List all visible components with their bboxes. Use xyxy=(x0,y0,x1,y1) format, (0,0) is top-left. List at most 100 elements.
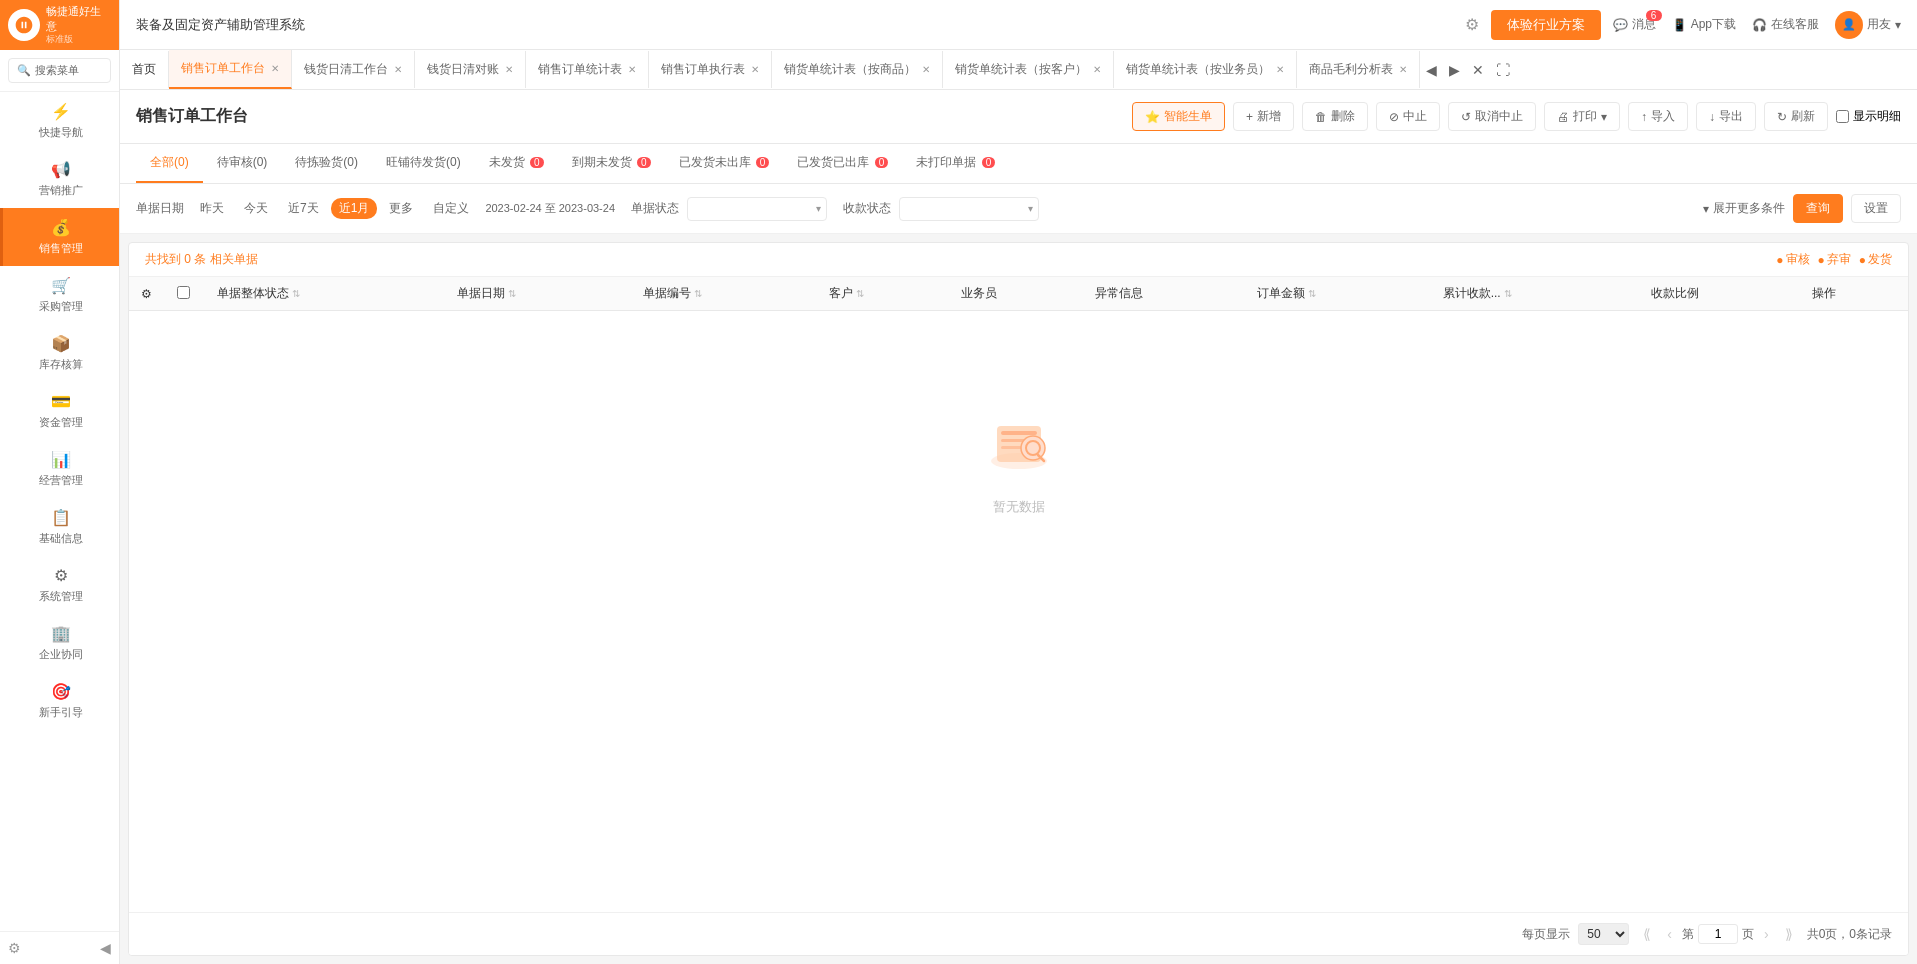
table-scroll-container[interactable]: ⚙ 单据整体状态 ⇅ xyxy=(129,277,1908,912)
date-opt-7days[interactable]: 近7天 xyxy=(280,198,327,219)
date-opt-more[interactable]: 更多 xyxy=(381,198,421,219)
refresh-button[interactable]: ↻ 刷新 xyxy=(1764,102,1828,131)
sidebar-collapse-button[interactable]: ◀ xyxy=(100,940,111,956)
tab-sales-exec[interactable]: 销售订单执行表 ✕ xyxy=(649,51,772,88)
sub-tab-not-shipped[interactable]: 未发货 0 xyxy=(475,144,558,183)
message-button[interactable]: 💬 6 消息 xyxy=(1613,16,1656,33)
prev-page-button[interactable]: ‹ xyxy=(1661,924,1678,944)
headset-icon: 🎧 xyxy=(1752,18,1767,32)
sidebar-item-purchase[interactable]: 🛒 采购管理 xyxy=(0,266,119,324)
sub-tab-pending-review[interactable]: 待审核(0) xyxy=(203,144,282,183)
customer-sort[interactable]: 客户 ⇅ xyxy=(829,285,937,302)
sidebar-item-system[interactable]: ⚙ 系统管理 xyxy=(0,556,119,614)
sidebar-item-inventory[interactable]: 📦 库存核算 xyxy=(0,324,119,382)
tab-close-icon[interactable]: ✕ xyxy=(394,64,402,75)
export-button[interactable]: ↓ 导出 xyxy=(1696,102,1756,131)
select-all-checkbox[interactable] xyxy=(177,286,190,299)
date-opt-yesterday[interactable]: 昨天 xyxy=(192,198,232,219)
sub-tab-not-printed[interactable]: 未打印单据 0 xyxy=(902,144,1009,183)
sub-tab-shipped-not-warehoused[interactable]: 已发货未出库 0 xyxy=(665,144,784,183)
page-number-input[interactable] xyxy=(1698,924,1738,944)
tab-close-icon[interactable]: ✕ xyxy=(922,64,930,75)
page-size-select[interactable]: 10 20 50 100 xyxy=(1578,923,1629,945)
tab-close-icon[interactable]: ✕ xyxy=(505,64,513,75)
tab-close-all[interactable]: ✕ xyxy=(1466,54,1490,86)
first-page-button[interactable]: ⟪ xyxy=(1637,924,1657,944)
col-settings-icon[interactable]: ⚙ xyxy=(141,287,152,301)
filter-settings-button[interactable]: 设置 xyxy=(1851,194,1901,223)
sidebar-item-guide[interactable]: 🎯 新手引导 xyxy=(0,672,119,730)
sidebar-item-quick-nav[interactable]: ⚡ 快捷导航 xyxy=(0,92,119,150)
tab-close-icon[interactable]: ✕ xyxy=(628,64,636,75)
date-sort[interactable]: 单据日期 ⇅ xyxy=(457,285,619,302)
tab-close-icon[interactable]: ✕ xyxy=(1093,64,1101,75)
sub-tab-wangpu[interactable]: 旺铺待发货(0) xyxy=(372,144,475,183)
add-button[interactable]: + 新增 xyxy=(1233,102,1294,131)
sub-tab-pending-inspect[interactable]: 待拣验货(0) xyxy=(281,144,372,183)
search-menu-button[interactable]: 🔍 搜索菜单 xyxy=(8,58,111,83)
audit-button[interactable]: ● 审核 xyxy=(1776,251,1809,268)
online-service-button[interactable]: 🎧 在线客服 xyxy=(1752,16,1819,33)
tab-sales-workbench[interactable]: 销售订单工作台 ✕ xyxy=(169,50,292,89)
date-opt-1month[interactable]: 近1月 xyxy=(331,198,378,219)
sidebar-settings-button[interactable]: ⚙ xyxy=(8,940,21,956)
tab-cash-daily[interactable]: 钱货日清工作台 ✕ xyxy=(292,51,415,88)
status-select[interactable] xyxy=(687,197,827,221)
unaudit-button[interactable]: ● 弃审 xyxy=(1818,251,1851,268)
sidebar-item-basic-info[interactable]: 📋 基础信息 xyxy=(0,498,119,556)
tab-scroll-prev[interactable]: ◀ xyxy=(1420,54,1443,86)
payment-select[interactable] xyxy=(899,197,1039,221)
tab-home[interactable]: 首页 xyxy=(120,51,169,88)
data-table: ⚙ 单据整体状态 ⇅ xyxy=(129,277,1908,311)
number-sort[interactable]: 单据编号 ⇅ xyxy=(643,285,805,302)
tab-sales-summary-product[interactable]: 销货单统计表（按商品） ✕ xyxy=(772,51,943,88)
ship-button[interactable]: ● 发货 xyxy=(1859,251,1892,268)
received-sort[interactable]: 累计收款... ⇅ xyxy=(1443,285,1627,302)
svg-rect-4 xyxy=(1001,446,1023,449)
tab-scroll-next[interactable]: ▶ xyxy=(1443,54,1466,86)
sidebar-item-operations[interactable]: 📊 经营管理 xyxy=(0,440,119,498)
expand-icon: ▾ xyxy=(1703,202,1709,216)
system-settings-button[interactable]: ⚙ xyxy=(1465,15,1479,34)
amount-sort[interactable]: 订单金额 ⇅ xyxy=(1257,285,1419,302)
tab-close-icon[interactable]: ✕ xyxy=(271,63,279,74)
sidebar-item-enterprise[interactable]: 🏢 企业协同 xyxy=(0,614,119,672)
tab-sales-summary-customer[interactable]: 销货单统计表（按客户） ✕ xyxy=(943,51,1114,88)
sidebar-item-sales[interactable]: 💰 销售管理 xyxy=(0,208,119,266)
next-page-button[interactable]: › xyxy=(1758,924,1775,944)
suspend-button[interactable]: ⊘ 中止 xyxy=(1376,102,1440,131)
sub-tab-overdue[interactable]: 到期未发货 0 xyxy=(558,144,665,183)
show-detail-checkbox-label[interactable]: 显示明细 xyxy=(1836,108,1901,125)
unaudit-label: 弃审 xyxy=(1827,251,1851,268)
tab-close-icon[interactable]: ✕ xyxy=(1276,64,1284,75)
import-button[interactable]: ↑ 导入 xyxy=(1628,102,1688,131)
date-opt-today[interactable]: 今天 xyxy=(236,198,276,219)
print-dropdown-icon: ▾ xyxy=(1601,110,1607,124)
app-download-button[interactable]: 📱 App下载 xyxy=(1672,16,1736,33)
unsuspend-button[interactable]: ↺ 取消中止 xyxy=(1448,102,1536,131)
status-sort[interactable]: 单据整体状态 ⇅ xyxy=(217,285,433,302)
tab-fullscreen[interactable]: ⛶ xyxy=(1490,54,1516,86)
print-button[interactable]: 🖨 打印 ▾ xyxy=(1544,102,1620,131)
tab-close-icon[interactable]: ✕ xyxy=(1399,64,1407,75)
user-menu[interactable]: 👤 用友 ▾ xyxy=(1835,11,1901,39)
tab-close-icon[interactable]: ✕ xyxy=(751,64,759,75)
trial-button[interactable]: 体验行业方案 xyxy=(1491,10,1601,40)
tab-sales-summary-staff[interactable]: 销货单统计表（按业务员） ✕ xyxy=(1114,51,1297,88)
online-service-label: 在线客服 xyxy=(1771,16,1819,33)
sidebar-item-marketing[interactable]: 📢 营销推广 xyxy=(0,150,119,208)
expand-conditions-button[interactable]: ▾ 展开更多条件 xyxy=(1703,200,1785,217)
last-page-button[interactable]: ⟫ xyxy=(1779,924,1799,944)
date-opt-custom[interactable]: 自定义 xyxy=(425,198,477,219)
tab-sales-stats[interactable]: 销售订单统计表 ✕ xyxy=(526,51,649,88)
tab-cash-reconcile[interactable]: 钱货日清对账 ✕ xyxy=(415,51,526,88)
query-button[interactable]: 查询 xyxy=(1793,194,1843,223)
status-filter-label: 单据状态 xyxy=(631,200,679,217)
tab-product-margin[interactable]: 商品毛利分析表 ✕ xyxy=(1297,51,1420,88)
sub-tab-shipped-warehoused[interactable]: 已发货已出库 0 xyxy=(783,144,902,183)
show-detail-checkbox[interactable] xyxy=(1836,110,1849,123)
delete-button[interactable]: 🗑 删除 xyxy=(1302,102,1368,131)
sub-tab-all[interactable]: 全部(0) xyxy=(136,144,203,183)
sidebar-item-finance[interactable]: 💳 资金管理 xyxy=(0,382,119,440)
smart-generate-button[interactable]: ⭐ 智能生单 xyxy=(1132,102,1225,131)
